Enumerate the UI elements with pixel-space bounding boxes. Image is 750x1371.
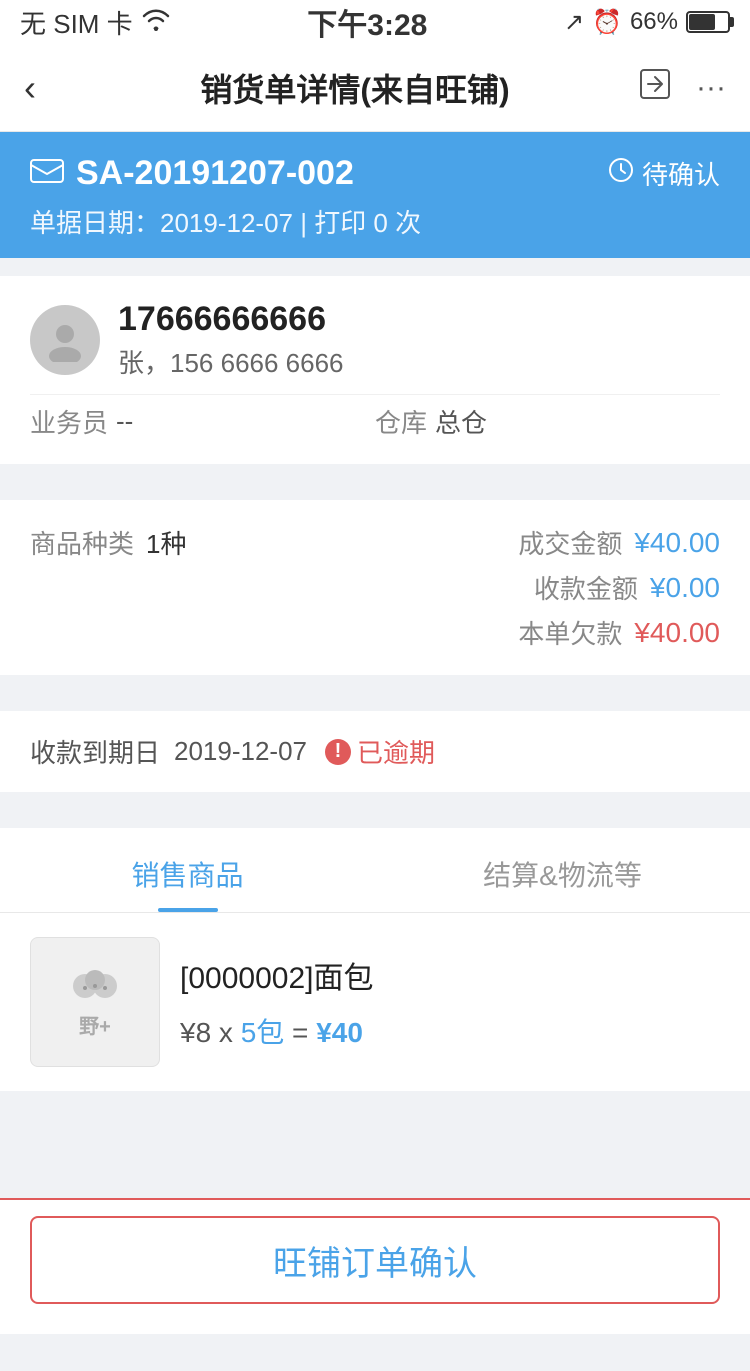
overdue-badge: ! 已逾期 [325,733,435,770]
confirm-order-button[interactable]: 旺铺订单确认 [30,1216,720,1304]
product-separator: = [284,1017,316,1048]
location-icon: ↗ [564,8,584,37]
product-price: ¥8 x 5包 = ¥40 [180,1011,720,1051]
order-id: SA-20191207-002 [30,154,354,193]
warehouse-value: 总仓 [435,403,487,440]
battery-icon [686,11,730,33]
warehouse-label: 仓库 [375,403,427,440]
amount-row-1: 收款金额 ¥0.00 [534,569,720,606]
summary-section: 商品种类 1种 成交金额 ¥40.00 收款金额 ¥0.00 本单欠款 ¥40.… [0,500,750,675]
salesperson-value: -- [116,406,133,437]
amount-row-2: 本单欠款 ¥40.00 [518,614,720,651]
back-button[interactable]: ‹ [24,67,84,109]
nav-bar: ‹ 销货单详情(来自旺铺) ··· [0,44,750,132]
order-icon [30,155,64,193]
salesperson-item: 业务员 -- [30,403,375,440]
divider-1 [0,464,750,482]
status-text: 待确认 [642,155,720,192]
divider-3 [0,792,750,810]
nav-right-actions: ··· [626,67,726,109]
product-type: 商品种类 1种 [30,524,186,561]
bottom-bar: 旺铺订单确认 [0,1198,750,1334]
product-type-value: 1种 [146,524,186,561]
product-qty: 5包 [241,1017,285,1048]
amount-value-2: ¥40.00 [634,617,720,649]
warehouse-item: 仓库 总仓 [375,403,720,440]
header-card: SA-20191207-002 待确认 单据日期：2019-12-07 | 打印… [0,132,750,258]
customer-phone: 17666666666 [118,300,344,339]
customer-info: 17666666666 张，156 6666 6666 [118,300,344,380]
salesperson-label: 业务员 [30,403,108,440]
battery-percent: 66% [630,8,678,36]
avatar [30,305,100,375]
amount-list: 成交金额 ¥40.00 收款金额 ¥0.00 本单欠款 ¥40.00 [518,524,720,651]
overdue-text: 已逾期 [357,733,435,770]
share-icon[interactable] [638,67,672,109]
customer-section: 17666666666 张，156 6666 6666 业务员 -- 仓库 总仓 [0,276,750,464]
status-badge: 待确认 [608,155,720,192]
carrier-text: 无 SIM 卡 [20,4,133,41]
order-id-text: SA-20191207-002 [76,154,354,193]
due-date-value: 2019-12-07 [174,736,307,767]
amount-label-0: 成交金额 [518,524,622,561]
product-total: ¥40 [316,1017,363,1048]
customer-sub: 张，156 6666 6666 [118,343,344,380]
product-item: 野+ [0000002]面包 ¥8 x 5包 = ¥40 [0,913,750,1091]
tabs-section: 销售商品 结算&物流等 野+ [0000002]面包 [0,828,750,1091]
tab-sales-products[interactable]: 销售商品 [0,828,375,912]
alarm-icon: ⏰ [592,8,622,37]
amount-row-0: 成交金额 ¥40.00 [518,524,720,561]
amount-label-1: 收款金额 [534,569,638,606]
status-bar-right: ↗ ⏰ 66% [564,8,730,37]
divider-2 [0,675,750,693]
amount-value-0: ¥40.00 [634,527,720,559]
more-icon[interactable]: ··· [696,71,726,105]
amount-label-2: 本单欠款 [518,614,622,651]
page-title: 销货单详情(来自旺铺) [84,65,626,111]
product-name: [0000002]面包 [180,953,720,997]
wifi-icon [141,7,171,38]
customer-row: 17666666666 张，156 6666 6666 [30,300,720,380]
tab-settlement[interactable]: 结算&物流等 [375,828,750,912]
order-meta: 单据日期：2019-12-07 | 打印 0 次 [30,203,720,240]
amount-value-1: ¥0.00 [650,572,720,604]
tabs-bar: 销售商品 结算&物流等 [0,828,750,913]
summary-row: 商品种类 1种 成交金额 ¥40.00 收款金额 ¥0.00 本单欠款 ¥40.… [30,524,720,651]
status-bar-time: 下午3:28 [307,0,427,44]
overdue-icon: ! [325,739,351,765]
product-type-label: 商品种类 [30,524,134,561]
status-bar-left: 无 SIM 卡 [20,4,171,41]
status-clock-icon [608,157,634,190]
info-row: 业务员 -- 仓库 总仓 [30,394,720,440]
due-section: 收款到期日 2019-12-07 ! 已逾期 [0,711,750,792]
product-thumbnail: 野+ [30,937,160,1067]
due-date-label: 收款到期日 [30,733,160,770]
product-info: [0000002]面包 ¥8 x 5包 = ¥40 [180,953,720,1051]
product-unit-price: ¥8 x [180,1017,241,1048]
status-bar: 无 SIM 卡 下午3:28 ↗ ⏰ 66% [0,0,750,44]
